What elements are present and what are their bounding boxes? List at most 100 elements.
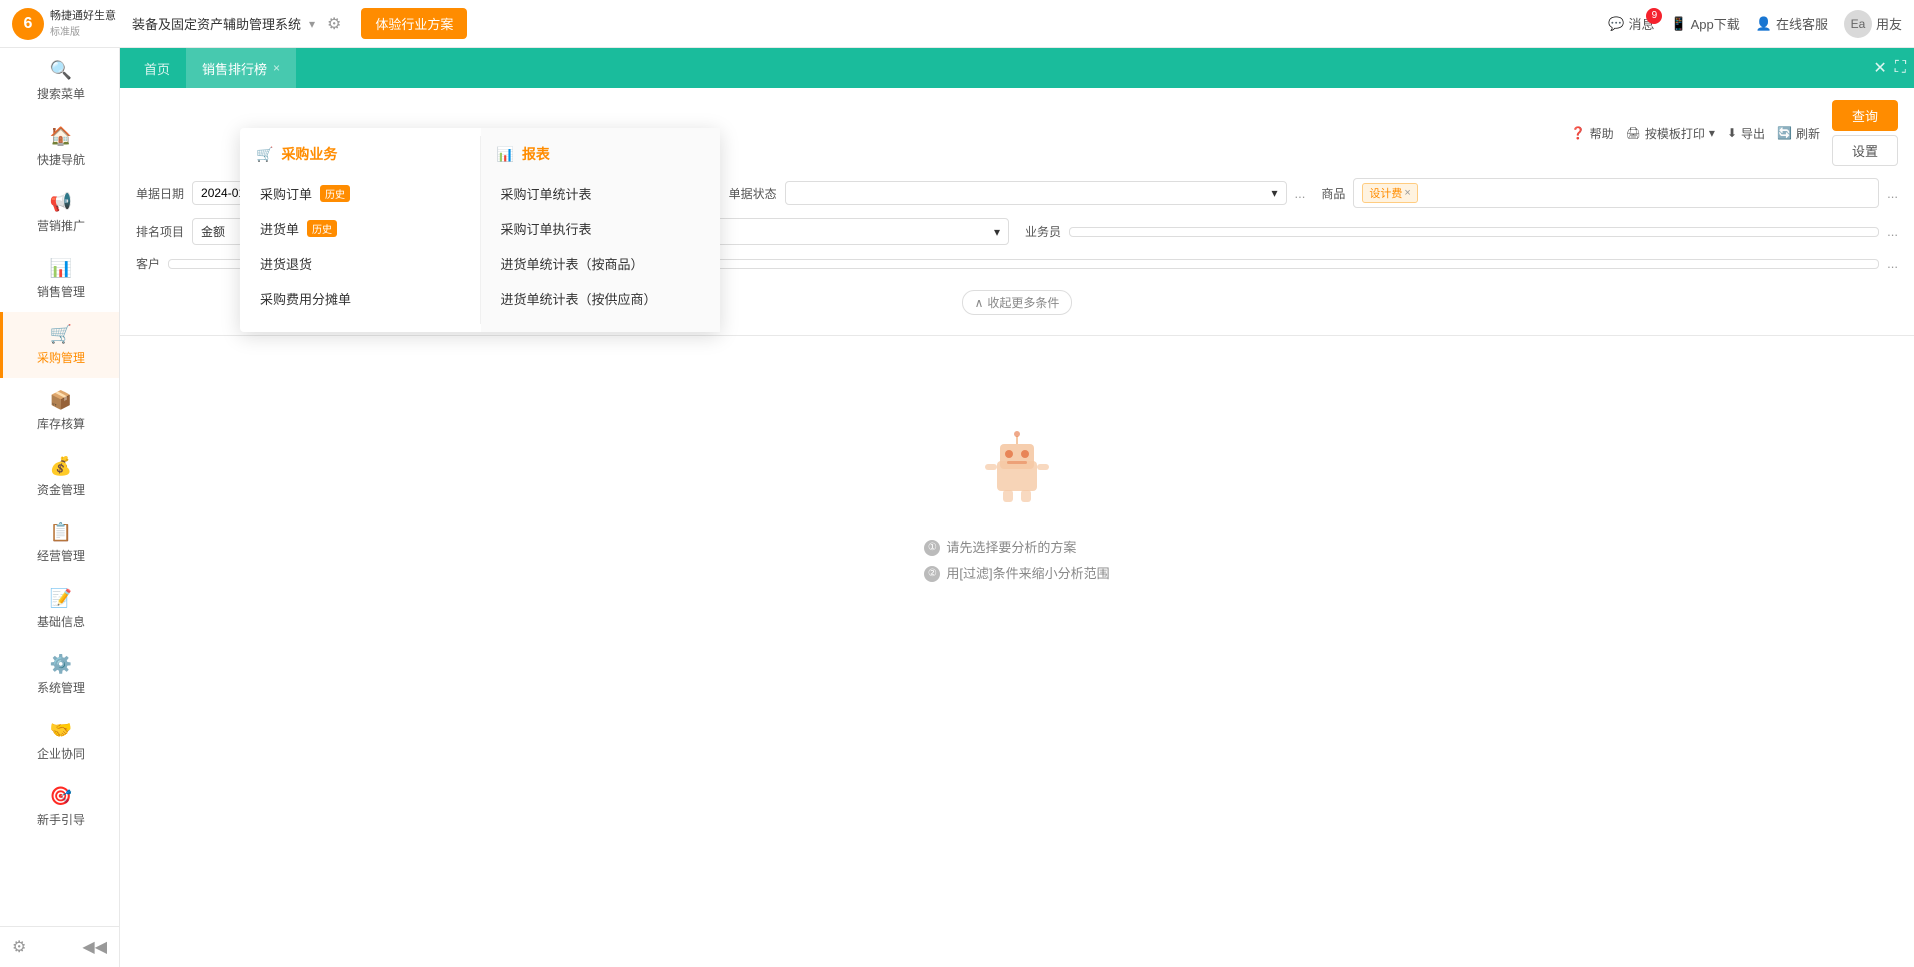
sidebar-label-marketing: 营销推广 bbox=[37, 217, 85, 234]
sidebar-label-sales: 销售管理 bbox=[37, 283, 85, 300]
system-icon: ⚙️ bbox=[50, 654, 72, 675]
export-label: 导出 bbox=[1741, 125, 1765, 142]
top-header: 6 畅捷通好生意 标准版 装备及固定资产辅助管理系统 ▾ ⚙ 体验行业方案 💬 … bbox=[0, 0, 1914, 48]
sidebar-bottom: ⚙ ◀◀ bbox=[0, 926, 119, 967]
status-label: 单据状态 bbox=[729, 185, 777, 202]
sidebar-item-basic-info[interactable]: 📝 基础信息 bbox=[0, 576, 119, 642]
collapse-arrow-icon: ∧ bbox=[975, 296, 984, 310]
receipt-stat-supplier-item[interactable]: 进货单统计表（按供应商） bbox=[497, 281, 705, 316]
system-title: 装备及固定资产辅助管理系统 bbox=[132, 14, 301, 33]
home-icon: 🏠 bbox=[50, 126, 72, 147]
sidebar-collapse-icon[interactable]: ◀◀ bbox=[82, 937, 107, 957]
goods-field: 商品 设计费 × ... bbox=[1321, 178, 1898, 208]
print-icon: 🖨 bbox=[1626, 126, 1641, 140]
purchase-icon: 🛒 bbox=[50, 324, 72, 345]
receipt-stat-goods-item[interactable]: 进货单统计表（按商品） bbox=[497, 246, 705, 281]
sidebar-item-operations[interactable]: 📋 经营管理 bbox=[0, 510, 119, 576]
sidebar-settings-icon[interactable]: ⚙ bbox=[12, 937, 26, 957]
export-btn[interactable]: ⬇ 导出 bbox=[1727, 125, 1765, 142]
print-arrow-icon: ▾ bbox=[1709, 126, 1715, 140]
purchase-expense-item[interactable]: 采购费用分摊单 bbox=[256, 281, 464, 316]
refresh-icon: 🔄 bbox=[1777, 126, 1792, 140]
empty-state: ① 请先选择要分析的方案 ② 用[过滤]条件来缩小分析范围 bbox=[120, 336, 1914, 667]
system-title-dropdown[interactable]: ▾ bbox=[309, 17, 315, 31]
query-button[interactable]: 查询 bbox=[1832, 100, 1898, 131]
logo-icon: 6 bbox=[12, 8, 44, 40]
marketing-icon: 📢 bbox=[50, 192, 72, 213]
goods-tag-remove[interactable]: × bbox=[1404, 187, 1410, 199]
sidebar-item-marketing[interactable]: 📢 营销推广 bbox=[0, 180, 119, 246]
sidebar-label-guide: 新手引导 bbox=[37, 811, 85, 828]
sidebar-item-sales[interactable]: 📊 销售管理 bbox=[0, 246, 119, 312]
goods-input[interactable]: 设计费 × bbox=[1353, 178, 1879, 208]
sidebar-item-quick-nav[interactable]: 🏠 快捷导航 bbox=[0, 114, 119, 180]
refresh-btn[interactable]: 🔄 刷新 bbox=[1777, 125, 1820, 142]
date-label: 单据日期 bbox=[136, 185, 184, 202]
sidebar-item-search[interactable]: 🔍 搜索菜单 bbox=[0, 48, 119, 114]
enterprise-icon: 🤝 bbox=[50, 720, 72, 741]
purchase-order-stat-item[interactable]: 采购订单统计表 bbox=[497, 176, 705, 211]
industry-btn[interactable]: 体验行业方案 bbox=[361, 8, 467, 39]
purchase-receipt-item[interactable]: 进货单 历史 bbox=[256, 211, 464, 246]
mobile-icon: 📱 bbox=[1670, 16, 1686, 32]
sidebar-item-enterprise[interactable]: 🤝 企业协同 bbox=[0, 708, 119, 774]
guide-icon: 🎯 bbox=[50, 786, 72, 807]
salesman-input[interactable] bbox=[1069, 227, 1879, 237]
salesman-dots[interactable]: ... bbox=[1887, 224, 1898, 239]
tab-sales-rank[interactable]: 销售排行榜 × bbox=[186, 48, 296, 88]
rank-arrow-icon: ▾ bbox=[994, 225, 1000, 239]
empty-illustration bbox=[967, 416, 1067, 519]
tab-expand-icon[interactable]: ⛶ bbox=[1895, 59, 1906, 77]
basic-icon: 📝 bbox=[50, 588, 72, 609]
settings-icon[interactable]: ⚙ bbox=[327, 14, 341, 34]
sidebar-item-finance[interactable]: 💰 资金管理 bbox=[0, 444, 119, 510]
empty-tip-2: ② 用[过滤]条件来缩小分析范围 bbox=[924, 561, 1109, 587]
report-section-title: 报表 bbox=[522, 144, 550, 164]
message-btn[interactable]: 💬 消息 9 bbox=[1608, 14, 1654, 33]
help-btn[interactable]: ❓ 帮助 bbox=[1571, 125, 1614, 142]
tip-num-1: ① bbox=[924, 540, 940, 556]
tab-home[interactable]: 首页 bbox=[128, 48, 186, 88]
sidebar-label-finance: 资金管理 bbox=[37, 481, 85, 498]
template-print-btn[interactable]: 🖨 按模板打印 ▾ bbox=[1626, 125, 1715, 142]
customer-dots[interactable]: ... bbox=[1887, 256, 1898, 271]
avatar: Ea bbox=[1844, 10, 1872, 38]
purchase-return-item[interactable]: 进货退货 bbox=[256, 246, 464, 281]
purchase-section-header: 🛒 采购业务 bbox=[256, 144, 464, 164]
online-service-btn[interactable]: 👤 在线客服 bbox=[1756, 14, 1828, 33]
tip-text-2: 用[过滤]条件来缩小分析范围 bbox=[946, 561, 1109, 587]
collapse-btn[interactable]: ∧ 收起更多条件 bbox=[962, 290, 1073, 315]
user-btn[interactable]: Ea 用友 bbox=[1844, 10, 1902, 38]
sidebar-item-inventory[interactable]: 📦 库存核算 bbox=[0, 378, 119, 444]
sidebar: 🔍 搜索菜单 🏠 快捷导航 📢 营销推广 📊 销售管理 🛒 采购管理 📦 库存核… bbox=[0, 48, 120, 967]
sidebar-label-system: 系统管理 bbox=[37, 679, 85, 696]
tab-close-all-icon[interactable]: ✕ bbox=[1873, 58, 1886, 78]
purchase-order-item[interactable]: 采购订单 历史 bbox=[256, 176, 464, 211]
sidebar-item-purchase[interactable]: 🛒 采购管理 bbox=[0, 312, 119, 378]
set-button[interactable]: 设置 bbox=[1832, 135, 1898, 166]
sidebar-item-system[interactable]: ⚙️ 系统管理 bbox=[0, 642, 119, 708]
status-field: 单据状态 ▾ ... bbox=[729, 181, 1306, 205]
sidebar-item-guide[interactable]: 🎯 新手引导 bbox=[0, 774, 119, 840]
logo-sub: 标准版 bbox=[50, 23, 116, 38]
purchase-order-exec-label: 采购订单执行表 bbox=[501, 219, 592, 238]
app-download-btn[interactable]: 📱 App下载 bbox=[1670, 14, 1739, 33]
finance-icon: 💰 bbox=[50, 456, 72, 477]
online-service-label: 在线客服 bbox=[1776, 14, 1828, 33]
receipt-stat-supplier-label: 进货单统计表（按供应商） bbox=[501, 289, 657, 308]
sidebar-label-operations: 经营管理 bbox=[37, 547, 85, 564]
goods-tag: 设计费 × bbox=[1362, 183, 1417, 203]
tab-close-icon[interactable]: × bbox=[273, 61, 280, 75]
refresh-label: 刷新 bbox=[1796, 125, 1820, 142]
goods-dots[interactable]: ... bbox=[1887, 186, 1898, 201]
help-label: 帮助 bbox=[1590, 125, 1614, 142]
purchase-order-exec-item[interactable]: 采购订单执行表 bbox=[497, 211, 705, 246]
user-label: 用友 bbox=[1876, 14, 1902, 33]
empty-tips: ① 请先选择要分析的方案 ② 用[过滤]条件来缩小分析范围 bbox=[924, 535, 1109, 587]
purchase-receipt-label: 进货单 bbox=[260, 219, 299, 238]
content-area: 首页 销售排行榜 × ✕ ⛶ ❓ 帮助 bbox=[120, 48, 1914, 967]
logo-text: 畅捷通好生意 bbox=[50, 9, 116, 23]
status-dots[interactable]: ... bbox=[1295, 186, 1306, 201]
status-input[interactable]: ▾ bbox=[785, 181, 1287, 205]
message-icon: 💬 bbox=[1608, 16, 1624, 32]
